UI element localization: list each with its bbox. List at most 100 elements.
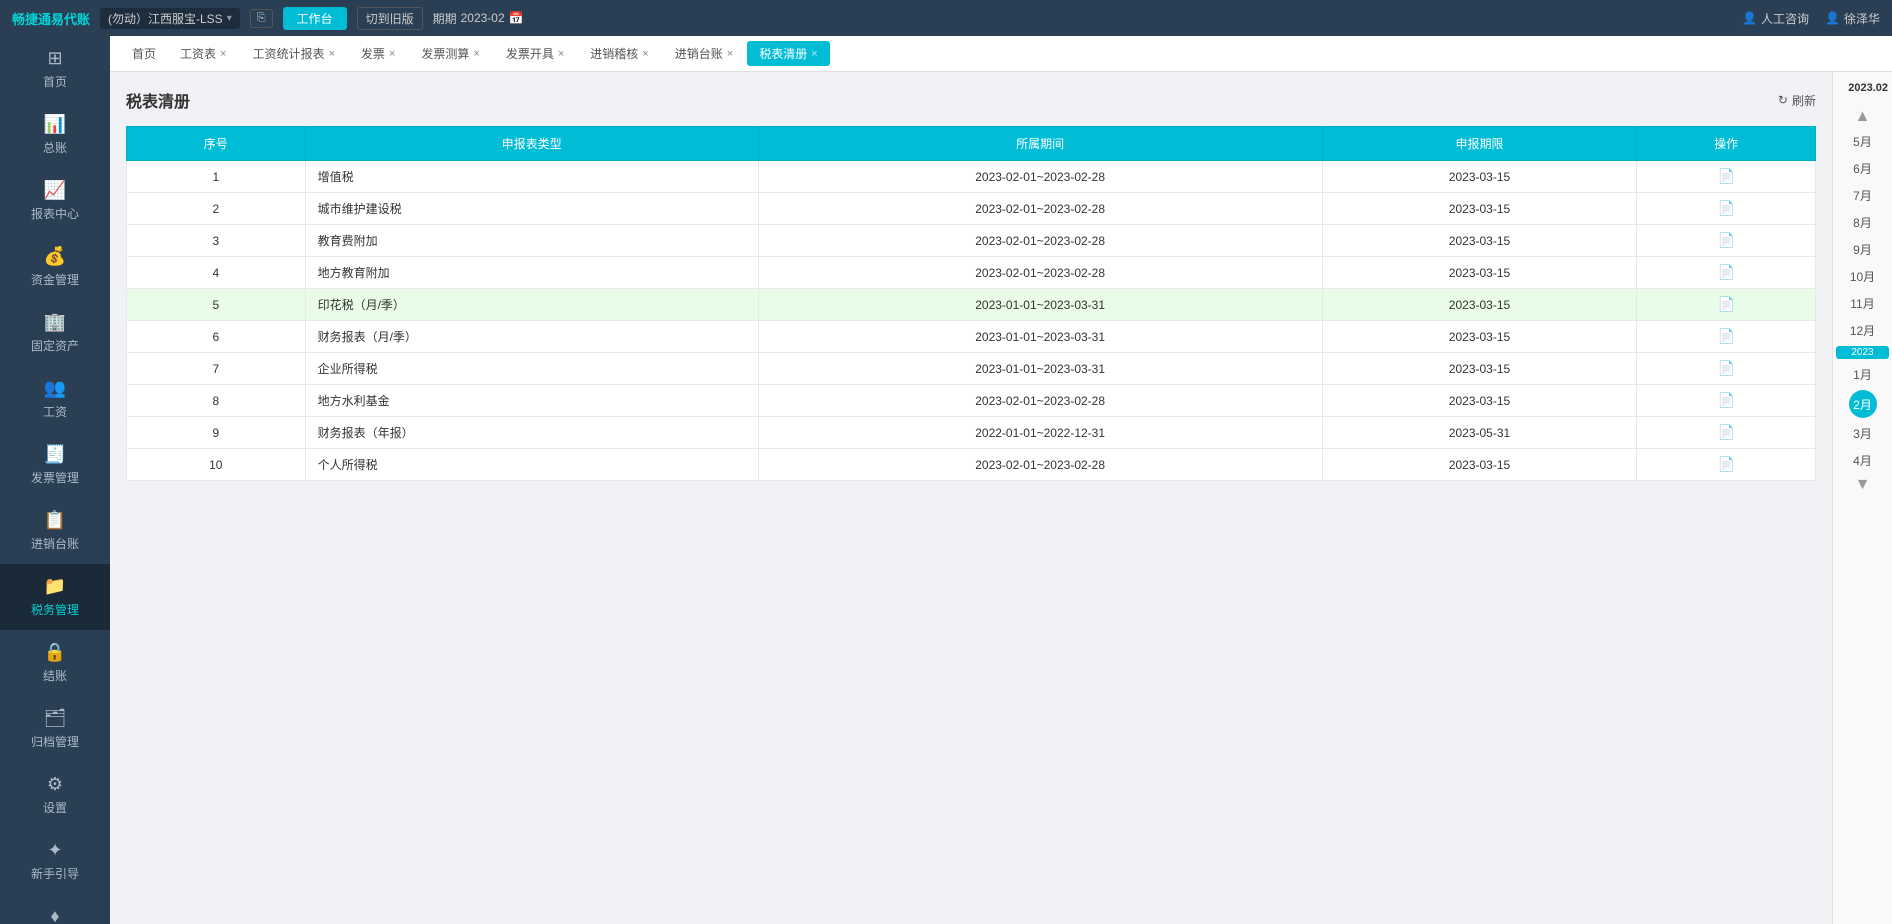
sidebar-item-tax-mgmt[interactable]: 📁 税务管理 — [0, 564, 110, 630]
tab-in-out-check-close[interactable]: × — [642, 48, 648, 60]
cal-month-5[interactable]: 5月 — [1833, 128, 1892, 155]
cell-no: 10 — [127, 449, 306, 481]
tab-invoice-calc[interactable]: 发票测算 × — [409, 41, 491, 66]
cal-month-6[interactable]: 6月 — [1833, 155, 1892, 182]
refresh-button[interactable]: ↻ 刷新 — [1778, 92, 1816, 109]
action-icon[interactable]: 📄 — [1717, 264, 1734, 280]
cell-type: 财务报表（年报） — [305, 417, 758, 449]
table-row: 10个人所得税2023-02-01~2023-02-282023-03-15📄 — [127, 449, 1816, 481]
action-icon[interactable]: 📄 — [1717, 424, 1734, 440]
calendar-scroll-down[interactable]: ▼ — [1855, 474, 1871, 496]
table-row: 9财务报表（年报）2022-01-01~2022-12-312023-05-31… — [127, 417, 1816, 449]
action-icon[interactable]: 📄 — [1717, 456, 1734, 472]
col-type: 申报表类型 — [305, 127, 758, 161]
tab-in-out-account[interactable]: 进销台账 × — [663, 41, 745, 66]
tab-payroll-label: 工资表 — [180, 45, 216, 62]
tab-invoice[interactable]: 发票 × — [349, 41, 407, 66]
cell-action[interactable]: 📄 — [1637, 417, 1816, 449]
cell-action[interactable]: 📄 — [1637, 385, 1816, 417]
tab-invoice-calc-close[interactable]: × — [473, 48, 479, 60]
sidebar-item-new-guide[interactable]: ✦ 新手引导 — [0, 828, 110, 894]
tab-invoice-open-close[interactable]: × — [558, 48, 564, 60]
sidebar-item-fund-mgmt[interactable]: 💰 资金管理 — [0, 234, 110, 300]
action-icon[interactable]: 📄 — [1717, 392, 1734, 408]
cell-action[interactable]: 📄 — [1637, 321, 1816, 353]
tab-in-out-account-close[interactable]: × — [727, 48, 733, 60]
tab-invoice-open-label: 发票开具 — [506, 45, 554, 62]
tab-tax-register[interactable]: 税表清册 × — [747, 41, 829, 66]
cell-action[interactable]: 📄 — [1637, 257, 1816, 289]
cell-no: 7 — [127, 353, 306, 385]
calendar-scroll-up[interactable]: ▲ — [1855, 106, 1871, 128]
cal-month-7[interactable]: 7月 — [1833, 182, 1892, 209]
cal-month-11[interactable]: 11月 — [1833, 290, 1892, 317]
cal-month-2-active[interactable]: 2月 — [1849, 390, 1877, 418]
table-row: 2城市维护建设税2023-02-01~2023-02-282023-03-15📄 — [127, 193, 1816, 225]
tab-payroll-stat-close[interactable]: × — [328, 48, 334, 60]
cell-action[interactable]: 📄 — [1637, 289, 1816, 321]
refresh-label: 刷新 — [1792, 92, 1816, 109]
cal-month-10[interactable]: 10月 — [1833, 263, 1892, 290]
cell-action[interactable]: 📄 — [1637, 449, 1816, 481]
tab-invoice-close[interactable]: × — [389, 48, 395, 60]
tab-invoice-open[interactable]: 发票开具 × — [494, 41, 576, 66]
tab-payroll[interactable]: 工资表 × — [168, 41, 238, 66]
cell-no: 6 — [127, 321, 306, 353]
tab-payroll-close[interactable]: × — [220, 48, 226, 60]
sidebar-item-fixed-assets[interactable]: 🏢 固定资产 — [0, 300, 110, 366]
action-icon[interactable]: 📄 — [1717, 296, 1734, 312]
sidebar-item-vip[interactable]: ♦ 畅会员 — [0, 894, 110, 924]
cell-action[interactable]: 📄 — [1637, 193, 1816, 225]
tab-payroll-stat[interactable]: 工资统计报表 × — [240, 41, 346, 66]
tab-in-out-account-label: 进销台账 — [675, 45, 723, 62]
refresh-icon: ↻ — [1778, 93, 1788, 107]
sidebar-item-home[interactable]: ⊞ 首页 — [0, 36, 110, 102]
cell-action[interactable]: 📄 — [1637, 353, 1816, 385]
new-guide-icon: ✦ — [47, 840, 62, 861]
cal-month-1[interactable]: 1月 — [1833, 361, 1892, 388]
cell-no: 4 — [127, 257, 306, 289]
workbench-button[interactable]: 工作台 — [283, 7, 347, 30]
cell-deadline: 2023-03-15 — [1322, 353, 1637, 385]
action-icon[interactable]: 📄 — [1717, 232, 1734, 248]
action-icon[interactable]: 📄 — [1717, 168, 1734, 184]
tab-home[interactable]: 首页 — [122, 41, 166, 66]
cell-type: 增值税 — [305, 161, 758, 193]
cell-type: 城市维护建设税 — [305, 193, 758, 225]
cell-no: 1 — [127, 161, 306, 193]
cell-period: 2023-02-01~2023-02-28 — [758, 449, 1322, 481]
sidebar-item-general-ledger[interactable]: 📊 总账 — [0, 102, 110, 168]
sidebar-item-payroll[interactable]: 👥 工资 — [0, 366, 110, 432]
action-icon[interactable]: 📄 — [1717, 200, 1734, 216]
sidebar-item-archive-mgmt[interactable]: 🗂 归档管理 — [0, 696, 110, 762]
service-button[interactable]: 👤 人工咨询 — [1742, 10, 1809, 27]
table-row: 4地方教育附加2023-02-01~2023-02-282023-03-15📄 — [127, 257, 1816, 289]
cal-month-12[interactable]: 12月 — [1833, 317, 1892, 344]
report-icon: 📈 — [44, 180, 66, 201]
sidebar-item-in-out-account[interactable]: 📋 进销台账 — [0, 498, 110, 564]
cal-month-9[interactable]: 9月 — [1833, 236, 1892, 263]
user-menu[interactable]: 👤 徐泽华 — [1825, 10, 1880, 27]
action-icon[interactable]: 📄 — [1717, 360, 1734, 376]
content-area: 首页 工资表 × 工资统计报表 × 发票 × 发票测算 × 发票开具 × — [110, 36, 1892, 924]
sidebar-item-report-center[interactable]: 📈 报表中心 — [0, 168, 110, 234]
sidebar: ⊞ 首页 📊 总账 📈 报表中心 💰 资金管理 🏢 固定资产 👥 工资 🧾 发票… — [0, 36, 110, 924]
sidebar-item-invoice-mgmt[interactable]: 🧾 发票管理 — [0, 432, 110, 498]
copy-button[interactable]: ⎘ — [250, 9, 273, 28]
action-icon[interactable]: 📄 — [1717, 328, 1734, 344]
tab-in-out-check-label: 进销稽核 — [590, 45, 638, 62]
cell-action[interactable]: 📄 — [1637, 161, 1816, 193]
calendar-icon[interactable]: 📅 — [509, 11, 524, 25]
cal-month-8[interactable]: 8月 — [1833, 209, 1892, 236]
cal-month-3[interactable]: 3月 — [1833, 420, 1892, 447]
tab-in-out-check[interactable]: 进销稽核 × — [578, 41, 660, 66]
tab-tax-register-close[interactable]: × — [811, 48, 817, 60]
cal-month-4[interactable]: 4月 — [1833, 447, 1892, 474]
sidebar-item-close-account[interactable]: 🔒 结账 — [0, 630, 110, 696]
company-selector[interactable]: (勿动）江西服宝-LSS ▾ — [100, 8, 240, 29]
cell-action[interactable]: 📄 — [1637, 225, 1816, 257]
table-row: 7企业所得税2023-01-01~2023-03-312023-03-15📄 — [127, 353, 1816, 385]
sidebar-item-settings[interactable]: ⚙ 设置 — [0, 762, 110, 828]
switch-button[interactable]: 切到旧版 — [357, 7, 423, 30]
invoice-icon: 🧾 — [44, 444, 66, 465]
